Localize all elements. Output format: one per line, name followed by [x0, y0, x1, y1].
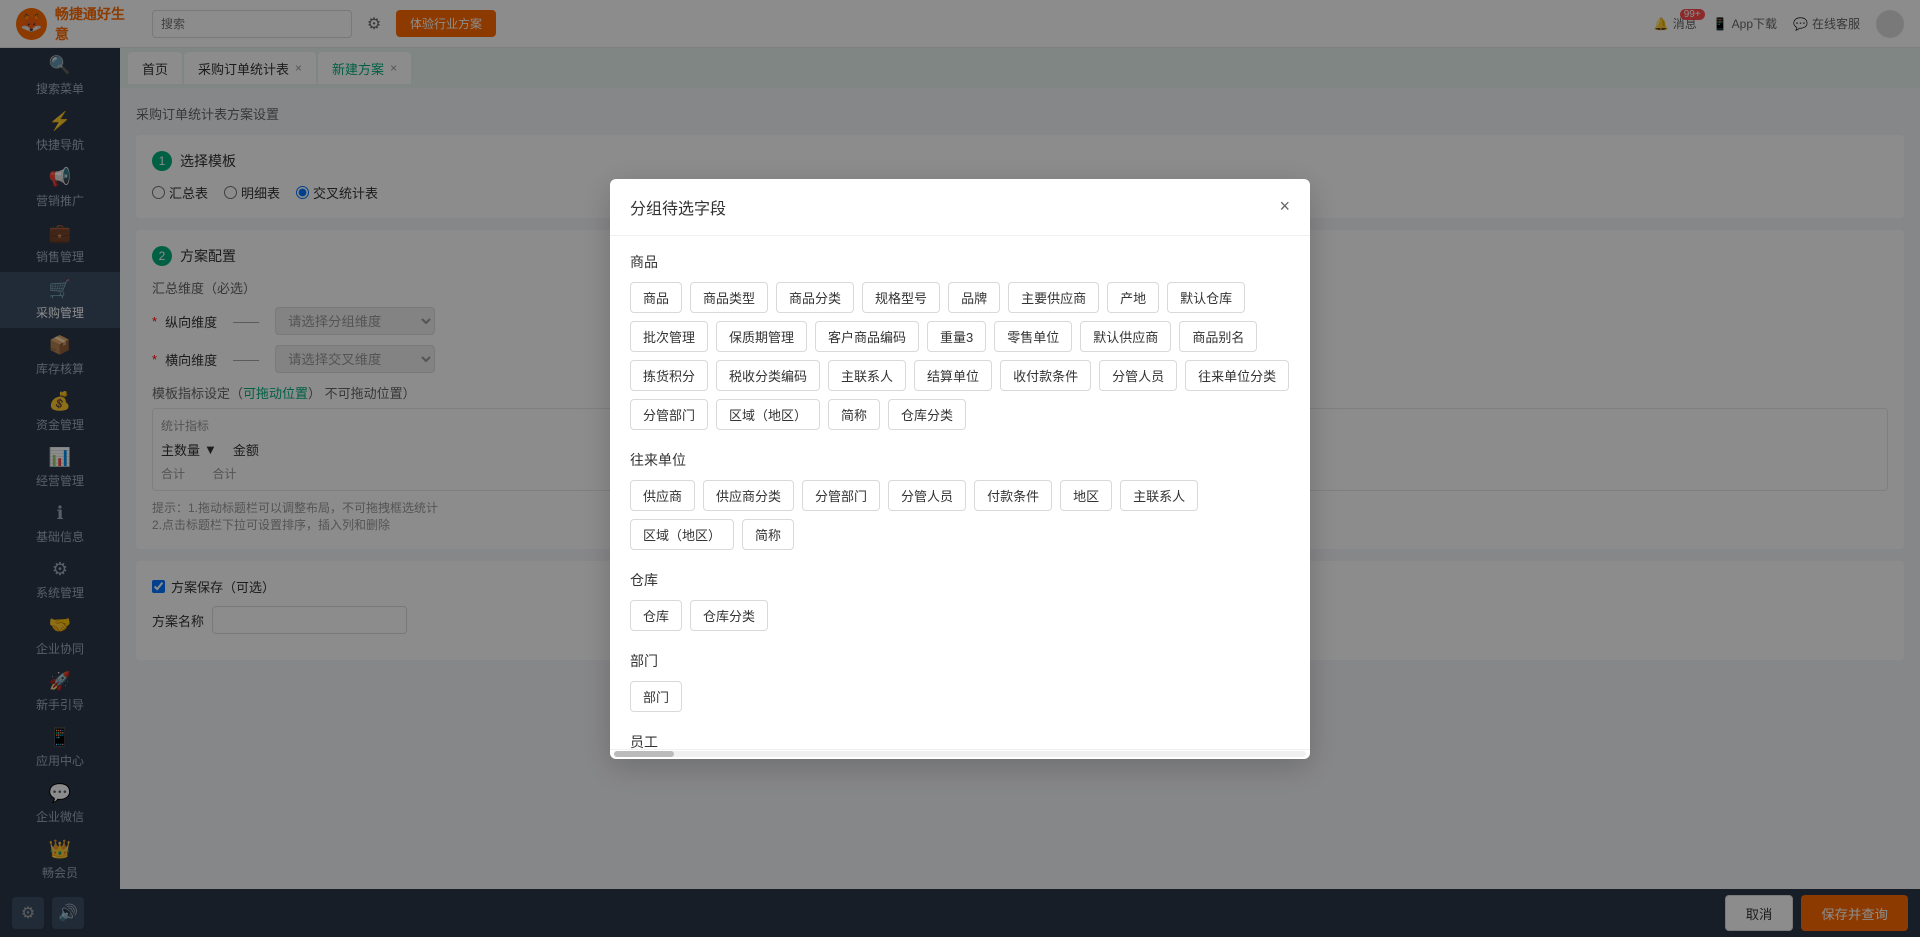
field-section-1: 往来单位供应商供应商分类分管部门分管人员付款条件地区主联系人区域（地区） 简称: [630, 450, 1290, 550]
field-section-2: 仓库仓库仓库分类: [630, 570, 1290, 631]
field-tag-1-7[interactable]: 区域（地区）: [630, 519, 734, 550]
modal-body[interactable]: 商品商品商品类型商品分类规格型号品牌主要供应商产地默认仓库批次管理保质期管理客户…: [610, 236, 1310, 750]
field-tag-0-24[interactable]: 简称: [828, 399, 880, 430]
field-tag-1-0[interactable]: 供应商: [630, 480, 695, 511]
field-section-title-2: 仓库: [630, 570, 1290, 590]
field-tag-0-22[interactable]: 分管部门: [630, 399, 708, 430]
field-tag-1-3[interactable]: 分管人员: [888, 480, 966, 511]
field-tag-0-12[interactable]: 零售单位: [994, 321, 1072, 352]
modal-horizontal-scrollbar[interactable]: [610, 749, 1310, 758]
field-tag-2-0[interactable]: 仓库: [630, 600, 682, 631]
field-tag-0-11[interactable]: 重量3: [927, 321, 986, 352]
field-tag-2-1[interactable]: 仓库分类: [690, 600, 768, 631]
field-section-title-3: 部门: [630, 651, 1290, 671]
hscroll-track: [614, 751, 1306, 757]
field-section-title-4: 员工: [630, 732, 1290, 750]
field-tag-0-19[interactable]: 收付款条件: [1000, 360, 1091, 391]
field-tag-0-6[interactable]: 产地: [1107, 282, 1159, 313]
modal-header: 分组待选字段 ×: [610, 179, 1310, 236]
field-tag-1-5[interactable]: 地区: [1060, 480, 1112, 511]
field-tag-0-5[interactable]: 主要供应商: [1008, 282, 1099, 313]
field-tag-0-2[interactable]: 商品分类: [776, 282, 854, 313]
field-tag-0-23[interactable]: 区域（地区）: [716, 399, 820, 430]
field-grid-3: 部门: [630, 681, 1290, 712]
field-tag-0-3[interactable]: 规格型号: [862, 282, 940, 313]
field-tag-0-17[interactable]: 主联系人: [828, 360, 906, 391]
field-tag-0-9[interactable]: 保质期管理: [716, 321, 807, 352]
field-tag-0-8[interactable]: 批次管理: [630, 321, 708, 352]
field-tag-0-15[interactable]: 拣货积分: [630, 360, 708, 391]
field-grid-0: 商品商品类型商品分类规格型号品牌主要供应商产地默认仓库批次管理保质期管理客户商品…: [630, 282, 1290, 430]
field-tag-1-8[interactable]: 简称: [742, 519, 794, 550]
field-tag-1-4[interactable]: 付款条件: [974, 480, 1052, 511]
field-tag-0-14[interactable]: 商品别名: [1179, 321, 1257, 352]
field-tag-1-1[interactable]: 供应商分类: [703, 480, 794, 511]
field-tag-0-21[interactable]: 往来单位分类: [1185, 360, 1289, 391]
field-section-4: 员工业务员: [630, 732, 1290, 750]
field-grid-2: 仓库仓库分类: [630, 600, 1290, 631]
field-tag-0-16[interactable]: 税收分类编码: [716, 360, 820, 391]
field-tag-0-25[interactable]: 仓库分类: [888, 399, 966, 430]
field-tag-0-7[interactable]: 默认仓库: [1167, 282, 1245, 313]
field-section-title-0: 商品: [630, 252, 1290, 272]
field-tag-1-6[interactable]: 主联系人: [1120, 480, 1198, 511]
field-section-0: 商品商品商品类型商品分类规格型号品牌主要供应商产地默认仓库批次管理保质期管理客户…: [630, 252, 1290, 430]
modal-close-button[interactable]: ×: [1279, 196, 1290, 217]
field-tag-0-13[interactable]: 默认供应商: [1080, 321, 1171, 352]
field-tag-0-18[interactable]: 结算单位: [914, 360, 992, 391]
modal-title: 分组待选字段: [630, 195, 726, 219]
field-tag-0-1[interactable]: 商品类型: [690, 282, 768, 313]
field-tag-1-2[interactable]: 分管部门: [802, 480, 880, 511]
field-grid-1: 供应商供应商分类分管部门分管人员付款条件地区主联系人区域（地区） 简称: [630, 480, 1290, 550]
field-tag-0-0[interactable]: 商品: [630, 282, 682, 313]
field-section-3: 部门部门: [630, 651, 1290, 712]
modal: 分组待选字段 × 商品商品商品类型商品分类规格型号品牌主要供应商产地默认仓库批次…: [610, 179, 1310, 759]
field-tag-3-0[interactable]: 部门: [630, 681, 682, 712]
hscroll-thumb: [614, 751, 674, 757]
field-tag-0-20[interactable]: 分管人员: [1099, 360, 1177, 391]
field-tag-0-10[interactable]: 客户商品编码: [815, 321, 919, 352]
field-tag-0-4[interactable]: 品牌: [948, 282, 1000, 313]
field-section-title-1: 往来单位: [630, 450, 1290, 470]
